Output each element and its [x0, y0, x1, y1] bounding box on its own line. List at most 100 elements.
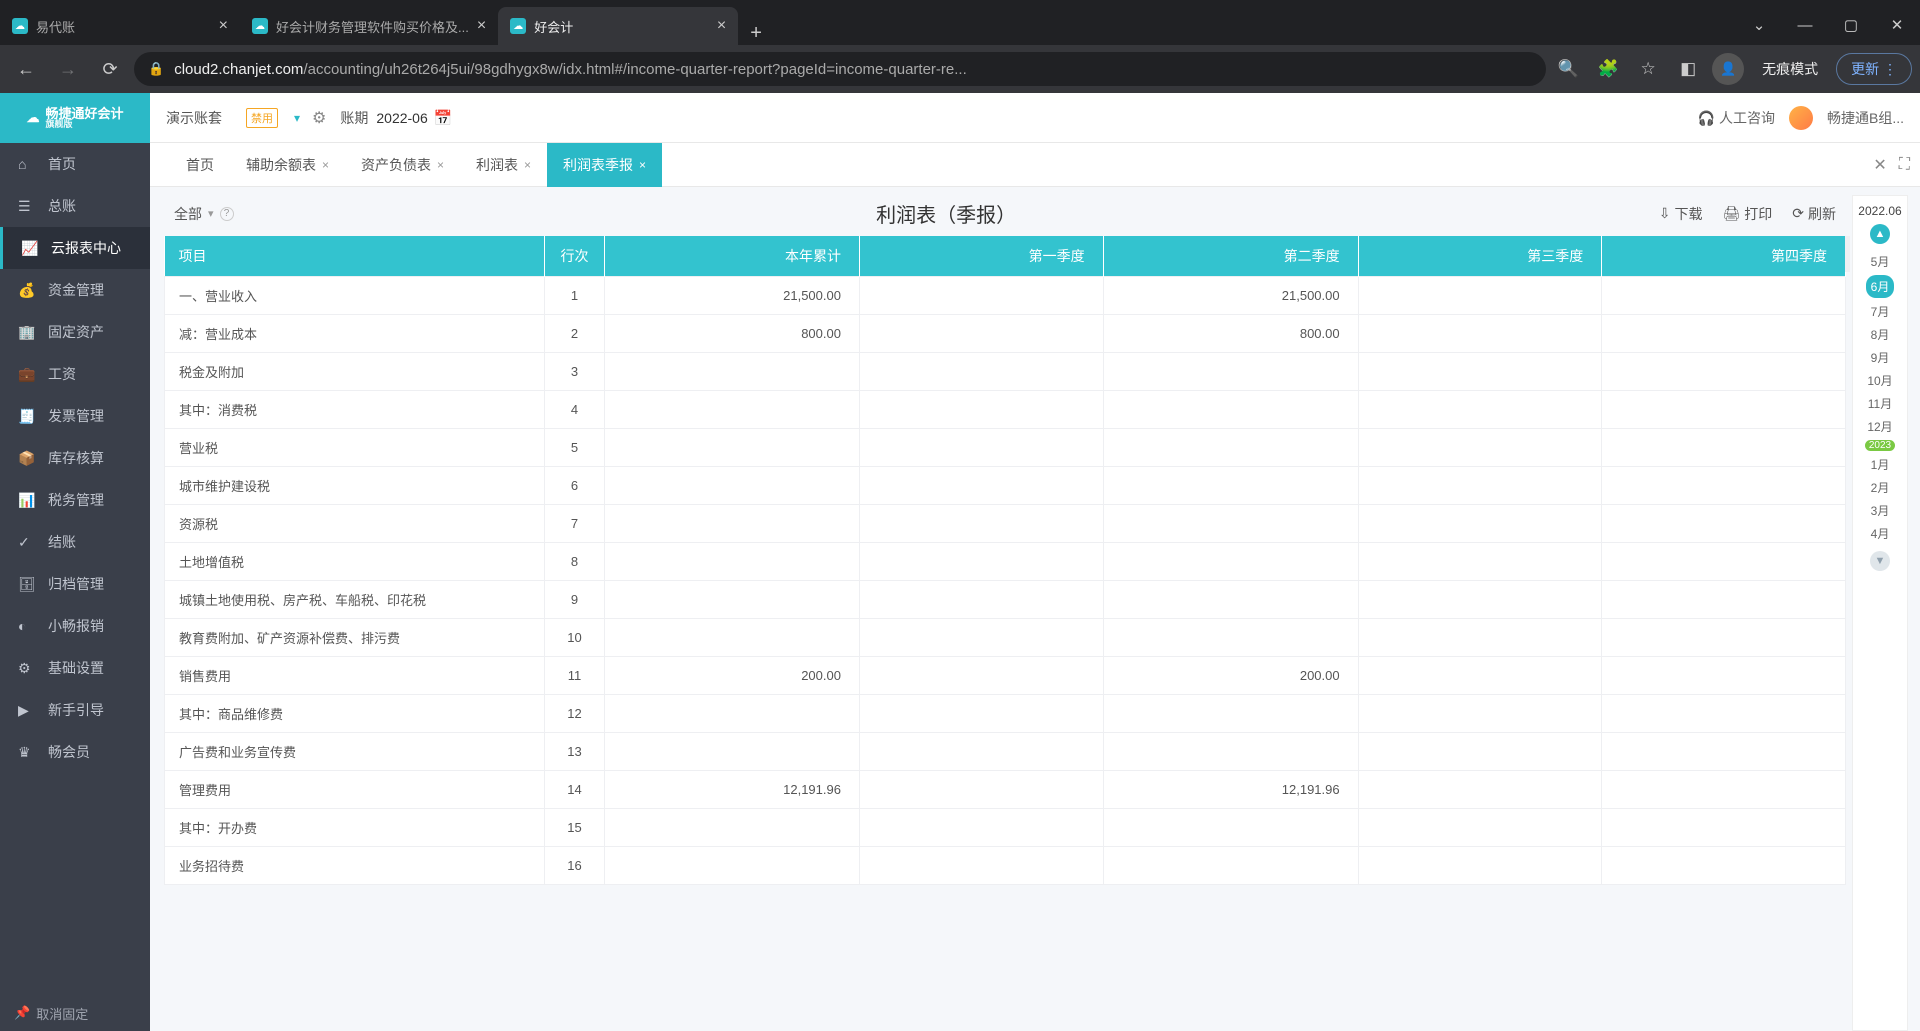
month-button[interactable]: 6月	[1866, 275, 1894, 298]
download-button[interactable]: ⇩ 下载	[1659, 204, 1703, 224]
page-tab[interactable]: 辅助余额表×	[230, 143, 345, 187]
scroll-down-button[interactable]: ▼	[1870, 551, 1890, 571]
close-icon[interactable]: ×	[437, 158, 444, 172]
url-input[interactable]: 🔒 cloud2.chanjet.com /accounting/uh26t26…	[134, 52, 1546, 86]
brand-logo[interactable]: ☁ 畅捷通好会计 旗舰版	[0, 93, 150, 143]
month-button[interactable]: 2月	[1871, 476, 1890, 499]
sidebar-item-icon: 📊	[18, 492, 36, 509]
table-row[interactable]: 广告费和业务宣传费 13	[165, 733, 1846, 771]
disable-badge[interactable]: 禁用	[246, 108, 278, 128]
extension-icon[interactable]: 🧩	[1592, 53, 1624, 85]
forward-button[interactable]: →	[50, 51, 86, 87]
close-icon[interactable]: ×	[524, 158, 531, 172]
reload-button[interactable]: ⟳	[92, 51, 128, 87]
maximize-button[interactable]: ▢	[1828, 7, 1874, 45]
table-row[interactable]: 业务招待费 16	[165, 847, 1846, 885]
minimize-button[interactable]: ―	[1782, 7, 1828, 45]
url-domain: cloud2.chanjet.com	[174, 61, 303, 78]
table-row[interactable]: 营业税 5	[165, 429, 1846, 467]
month-button[interactable]: 4月	[1871, 522, 1890, 545]
browser-tab[interactable]: ☁ 好会计 ×	[498, 7, 738, 45]
account-set-selector[interactable]: 演示账套	[166, 108, 222, 128]
month-button[interactable]: 8月	[1866, 323, 1894, 346]
sidebar-item[interactable]: ♛ 畅会员	[0, 731, 150, 773]
avatar[interactable]	[1789, 106, 1813, 130]
table-row[interactable]: 教育费附加、矿产资源补偿费、排污费 10	[165, 619, 1846, 657]
sidebar-item[interactable]: ☰ 总账	[0, 185, 150, 227]
sidebar-item[interactable]: ⚙ 基础设置	[0, 647, 150, 689]
support-button[interactable]: 🎧 人工咨询	[1698, 108, 1775, 128]
filter-all-dropdown[interactable]: 全部 ▾ ?	[174, 204, 234, 224]
sidebar-item[interactable]: 📊 税务管理	[0, 479, 150, 521]
month-button[interactable]: 9月	[1866, 346, 1894, 369]
gear-icon[interactable]: ⚙	[312, 108, 326, 128]
page-tab[interactable]: 利润表季报×	[547, 143, 662, 187]
close-icon[interactable]: ×	[639, 158, 646, 172]
sidebar-item[interactable]: 🗄 归档管理	[0, 563, 150, 605]
table-row[interactable]: 城市维护建设税 6	[165, 467, 1846, 505]
table-row[interactable]: 土地增值税 8	[165, 543, 1846, 581]
sidebar-item[interactable]: 📈 云报表中心	[0, 227, 150, 269]
page-tab[interactable]: 首页	[170, 143, 230, 187]
sidebar-item[interactable]: ✓ 结账	[0, 521, 150, 563]
extensions-button[interactable]: ◧	[1672, 53, 1704, 85]
next-year-tag[interactable]: 2023	[1865, 440, 1895, 451]
table-row[interactable]: 城镇土地使用税、房产税、车船税、印花税 9	[165, 581, 1846, 619]
month-button[interactable]: 1月	[1871, 453, 1890, 476]
sidebar-item[interactable]: 🏢 固定资产	[0, 311, 150, 353]
sidebar-item[interactable]: ▶ 新手引导	[0, 689, 150, 731]
month-button[interactable]: 7月	[1866, 300, 1894, 323]
table-row[interactable]: 销售费用 11 200.00 200.00	[165, 657, 1846, 695]
help-icon[interactable]: ?	[220, 207, 234, 221]
new-tab-button[interactable]: +	[738, 22, 774, 45]
month-button[interactable]: 3月	[1871, 499, 1890, 522]
close-icon[interactable]: ×	[717, 17, 726, 35]
sidebar-item[interactable]: 💼 工资	[0, 353, 150, 395]
month-button[interactable]: 11月	[1866, 392, 1894, 415]
table-row[interactable]: 其中：开办费 15	[165, 809, 1846, 847]
month-button[interactable]: 5月	[1866, 250, 1894, 273]
table-row[interactable]: 其中：消费税 4	[165, 391, 1846, 429]
cell-q3	[1358, 619, 1602, 657]
search-icon[interactable]: 🔍	[1552, 53, 1584, 85]
browser-tab[interactable]: ☁ 好会计财务管理软件购买价格及... ×	[240, 7, 498, 45]
sidebar-item[interactable]: 💰 资金管理	[0, 269, 150, 311]
table-row[interactable]: 资源税 7	[165, 505, 1846, 543]
table-row[interactable]: 减：营业成本 2 800.00 800.00	[165, 315, 1846, 353]
scroll-up-button[interactable]: ▲	[1870, 224, 1890, 244]
close-icon[interactable]: ×	[219, 17, 228, 35]
sidebar-item[interactable]: 📦 库存核算	[0, 437, 150, 479]
chevron-down-icon[interactable]: ⌄	[1736, 7, 1782, 45]
table-row[interactable]: 税金及附加 3	[165, 353, 1846, 391]
print-button[interactable]: 🖨 打印	[1722, 204, 1772, 224]
table-row[interactable]: 一、营业收入 1 21,500.00 21,500.00	[165, 277, 1846, 315]
refresh-button[interactable]: ⟳ 刷新	[1792, 204, 1836, 224]
cell-q2	[1103, 467, 1358, 505]
close-window-button[interactable]: ✕	[1874, 7, 1920, 45]
page-tab[interactable]: 资产负债表×	[345, 143, 460, 187]
table-row[interactable]: 其中：商品维修费 12	[165, 695, 1846, 733]
period-value[interactable]: 2022-06	[376, 110, 427, 126]
user-name[interactable]: 畅捷通B组...	[1827, 108, 1904, 128]
time-rail-year[interactable]: 2022.06	[1858, 204, 1901, 218]
sidebar-item[interactable]: ⌂ 首页	[0, 143, 150, 185]
month-button[interactable]: 10月	[1866, 369, 1894, 392]
bookmark-icon[interactable]: ☆	[1632, 53, 1664, 85]
browser-update-button[interactable]: 更新 ⋮	[1836, 53, 1912, 85]
chevron-down-icon[interactable]: ▾	[294, 111, 300, 125]
sidebar-item[interactable]: 🧾 发票管理	[0, 395, 150, 437]
sidebar-item[interactable]: ◐ 小畅报销	[0, 605, 150, 647]
fullscreen-button[interactable]: ⛶	[1899, 156, 1910, 174]
cell-q4	[1602, 505, 1846, 543]
page-tab[interactable]: 利润表×	[460, 143, 547, 187]
close-all-tabs-button[interactable]: ✕	[1873, 155, 1886, 175]
table-row[interactable]: 管理费用 14 12,191.96 12,191.96	[165, 771, 1846, 809]
month-button[interactable]: 12月	[1866, 415, 1894, 438]
back-button[interactable]: ←	[8, 51, 44, 87]
browser-tab[interactable]: ☁ 易代账 ×	[0, 7, 240, 45]
close-icon[interactable]: ×	[322, 158, 329, 172]
sidebar-collapse-button[interactable]: 📌 取消固定	[0, 995, 150, 1031]
calendar-icon[interactable]: 📅	[434, 109, 453, 127]
cell-row-no: 6	[545, 467, 605, 505]
close-icon[interactable]: ×	[477, 17, 486, 35]
